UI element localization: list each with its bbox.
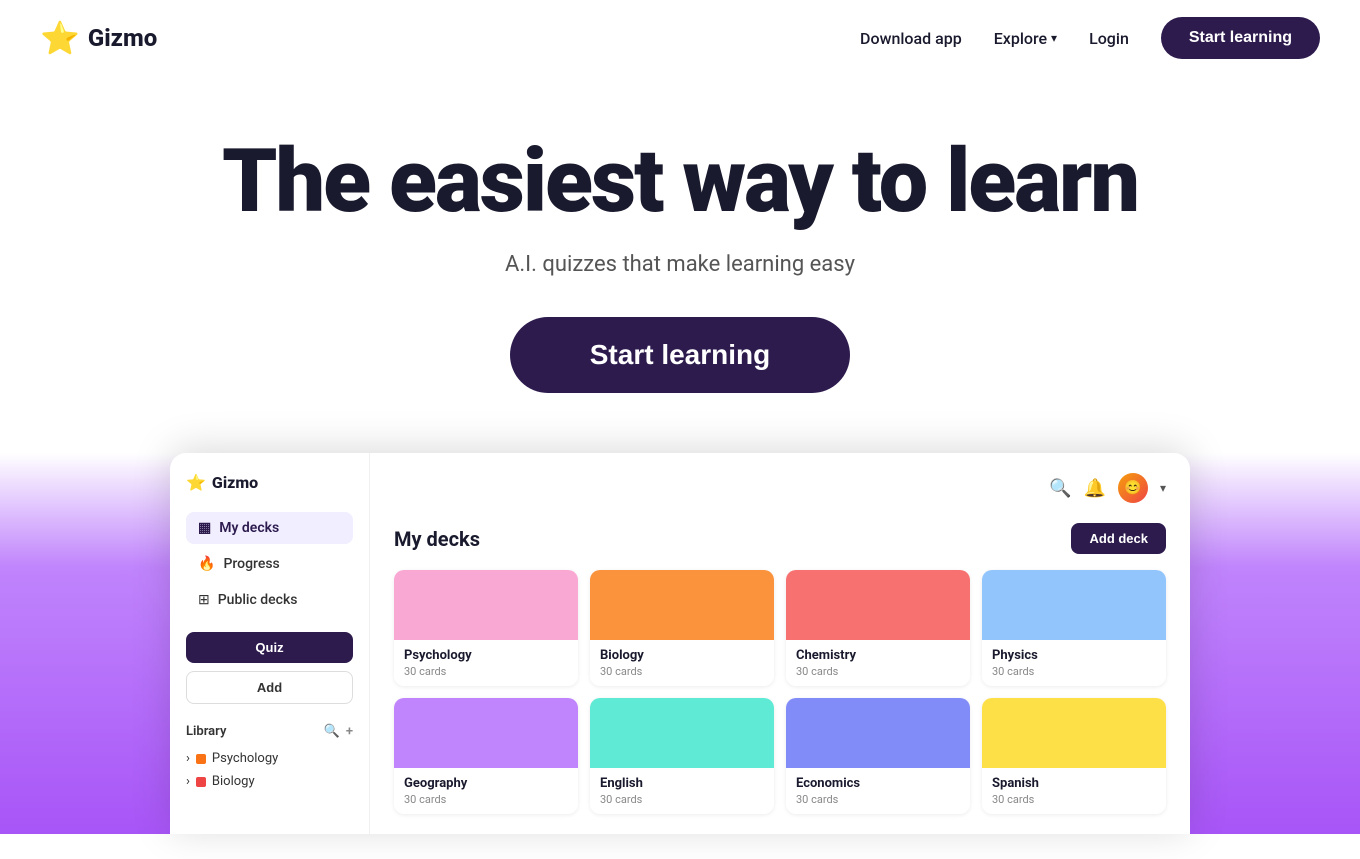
bell-icon[interactable]: 🔔 bbox=[1084, 478, 1106, 499]
download-app-link[interactable]: Download app bbox=[860, 29, 962, 48]
deck-card-info-6: Economics 30 cards bbox=[786, 768, 970, 814]
deck-card-color-0 bbox=[394, 570, 578, 640]
deck-card[interactable]: Economics 30 cards bbox=[786, 698, 970, 814]
sidebar-progress-label: Progress bbox=[223, 556, 279, 572]
app-preview: ⭐ Gizmo ▦ My decks 🔥 Progress ⊞ Public d… bbox=[170, 453, 1190, 834]
deck-card-name-5: English bbox=[600, 776, 764, 791]
deck-card-color-2 bbox=[786, 570, 970, 640]
deck-card-name-2: Chemistry bbox=[796, 648, 960, 663]
deck-card[interactable]: Spanish 30 cards bbox=[982, 698, 1166, 814]
deck-card-count-5: 30 cards bbox=[600, 793, 764, 806]
deck-card[interactable]: Psychology 30 cards bbox=[394, 570, 578, 686]
logo-text: Gizmo bbox=[88, 24, 157, 52]
sidebar-action-buttons: Quiz Add bbox=[186, 632, 353, 704]
deck-card-info-4: Geography 30 cards bbox=[394, 768, 578, 814]
deck-card-color-6 bbox=[786, 698, 970, 768]
app-header-icons: 🔍 🔔 😊 ▾ bbox=[1049, 473, 1166, 503]
chevron-right-icon-2: › bbox=[186, 774, 190, 789]
deck-card-name-1: Biology bbox=[600, 648, 764, 663]
explore-label: Explore bbox=[994, 29, 1047, 48]
avatar-chevron-icon[interactable]: ▾ bbox=[1160, 481, 1166, 495]
flame-icon: 🔥 bbox=[198, 556, 215, 572]
avatar[interactable]: 😊 bbox=[1118, 473, 1148, 503]
sidebar-public-decks-label: Public decks bbox=[218, 592, 298, 608]
deck-card[interactable]: Geography 30 cards bbox=[394, 698, 578, 814]
deck-card-count-3: 30 cards bbox=[992, 665, 1156, 678]
hero-subtitle: A.I. quizzes that make learning easy bbox=[40, 252, 1320, 277]
library-search-icon[interactable]: 🔍 bbox=[324, 724, 340, 739]
quiz-button[interactable]: Quiz bbox=[186, 632, 353, 663]
library-label: Library bbox=[186, 724, 226, 739]
nav-links: Download app Explore ▾ Login Start learn… bbox=[860, 17, 1320, 59]
library-biology-label: Biology bbox=[212, 774, 255, 789]
deck-card-count-2: 30 cards bbox=[796, 665, 960, 678]
deck-card-info-0: Psychology 30 cards bbox=[394, 640, 578, 686]
deck-card[interactable]: Biology 30 cards bbox=[590, 570, 774, 686]
deck-card-color-1 bbox=[590, 570, 774, 640]
deck-card[interactable]: Physics 30 cards bbox=[982, 570, 1166, 686]
hero-title: The easiest way to learn bbox=[40, 136, 1320, 228]
deck-card-count-6: 30 cards bbox=[796, 793, 960, 806]
deck-card-info-1: Biology 30 cards bbox=[590, 640, 774, 686]
explore-dropdown[interactable]: Explore ▾ bbox=[994, 29, 1057, 48]
deck-card-color-4 bbox=[394, 698, 578, 768]
deck-card-name-3: Physics bbox=[992, 648, 1156, 663]
sidebar-item-progress[interactable]: 🔥 Progress bbox=[186, 548, 353, 580]
sidebar-item-public-decks[interactable]: ⊞ Public decks bbox=[186, 584, 353, 616]
deck-card-count-7: 30 cards bbox=[992, 793, 1156, 806]
chevron-down-icon: ▾ bbox=[1051, 31, 1057, 45]
chevron-right-icon: › bbox=[186, 751, 190, 766]
bars-icon: ▦ bbox=[198, 520, 211, 536]
deck-card-info-3: Physics 30 cards bbox=[982, 640, 1166, 686]
deck-card-count-4: 30 cards bbox=[404, 793, 568, 806]
app-logo-text: Gizmo bbox=[212, 473, 258, 492]
nav-start-learning-button[interactable]: Start learning bbox=[1161, 17, 1320, 59]
app-preview-wrapper: ⭐ Gizmo ▦ My decks 🔥 Progress ⊞ Public d… bbox=[0, 453, 1360, 834]
deck-card-count-1: 30 cards bbox=[600, 665, 764, 678]
deck-grid: Psychology 30 cards Biology 30 cards Che… bbox=[394, 570, 1166, 814]
library-item-biology[interactable]: › Biology bbox=[186, 770, 353, 793]
my-decks-row: My decks Add deck bbox=[394, 523, 1166, 554]
navbar: ⭐ Gizmo Download app Explore ▾ Login Sta… bbox=[0, 0, 1360, 76]
deck-card[interactable]: English 30 cards bbox=[590, 698, 774, 814]
hero-section: The easiest way to learn A.I. quizzes th… bbox=[0, 76, 1360, 453]
library-header: Library 🔍 + bbox=[186, 724, 353, 739]
library-psychology-label: Psychology bbox=[212, 751, 278, 766]
app-main: 🔍 🔔 😊 ▾ My decks Add deck Psychology 30 … bbox=[370, 453, 1190, 834]
app-header-row: 🔍 🔔 😊 ▾ bbox=[394, 473, 1166, 503]
add-deck-button[interactable]: Add deck bbox=[1071, 523, 1166, 554]
deck-card-count-0: 30 cards bbox=[404, 665, 568, 678]
login-link[interactable]: Login bbox=[1089, 29, 1129, 48]
logo[interactable]: ⭐ Gizmo bbox=[40, 19, 157, 57]
grid-icon: ⊞ bbox=[198, 592, 210, 608]
app-logo: ⭐ Gizmo bbox=[186, 473, 353, 492]
biology-dot bbox=[196, 777, 206, 787]
deck-card-info-5: English 30 cards bbox=[590, 768, 774, 814]
library-section: Library 🔍 + › Psychology › Biology bbox=[186, 724, 353, 793]
library-item-psychology[interactable]: › Psychology bbox=[186, 747, 353, 770]
app-sidebar: ⭐ Gizmo ▦ My decks 🔥 Progress ⊞ Public d… bbox=[170, 453, 370, 834]
deck-card-info-2: Chemistry 30 cards bbox=[786, 640, 970, 686]
deck-card-name-0: Psychology bbox=[404, 648, 568, 663]
app-logo-star-icon: ⭐ bbox=[186, 473, 206, 492]
my-decks-heading: My decks bbox=[394, 527, 480, 551]
deck-card-color-3 bbox=[982, 570, 1166, 640]
hero-start-learning-button[interactable]: Start learning bbox=[510, 317, 850, 393]
add-button[interactable]: Add bbox=[186, 671, 353, 704]
search-icon[interactable]: 🔍 bbox=[1049, 478, 1071, 499]
deck-card-color-7 bbox=[982, 698, 1166, 768]
deck-card-name-4: Geography bbox=[404, 776, 568, 791]
library-add-icon[interactable]: + bbox=[346, 724, 353, 739]
deck-card-info-7: Spanish 30 cards bbox=[982, 768, 1166, 814]
deck-card-name-6: Economics bbox=[796, 776, 960, 791]
deck-card-color-5 bbox=[590, 698, 774, 768]
sidebar-item-my-decks[interactable]: ▦ My decks bbox=[186, 512, 353, 544]
deck-card[interactable]: Chemistry 30 cards bbox=[786, 570, 970, 686]
library-icons: 🔍 + bbox=[324, 724, 353, 739]
logo-star-icon: ⭐ bbox=[40, 19, 80, 57]
deck-card-name-7: Spanish bbox=[992, 776, 1156, 791]
psychology-dot bbox=[196, 754, 206, 764]
sidebar-my-decks-label: My decks bbox=[219, 520, 279, 536]
